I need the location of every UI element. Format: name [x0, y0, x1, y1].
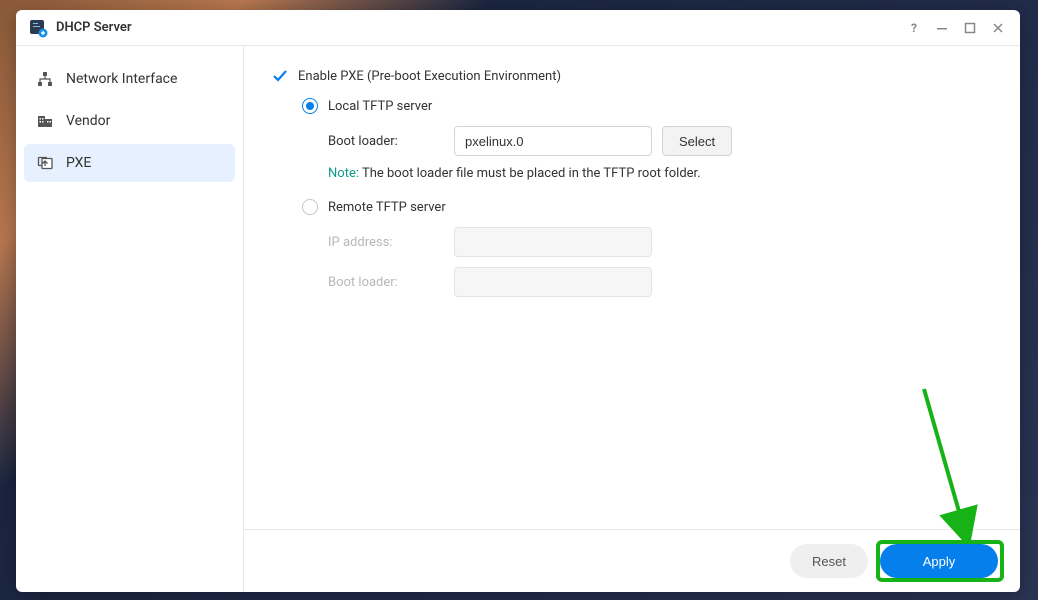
- remote-tftp-label: Remote TFTP server: [328, 200, 446, 215]
- vendor-icon: [36, 112, 54, 130]
- content-panel: Enable PXE (Pre-boot Execution Environme…: [244, 46, 1020, 592]
- apply-button[interactable]: Apply: [880, 544, 998, 578]
- minimize-button[interactable]: [928, 14, 956, 42]
- enable-pxe-row: Enable PXE (Pre-boot Execution Environme…: [272, 68, 992, 84]
- dhcp-server-window: DHCP Server ?: [16, 10, 1020, 592]
- network-icon: [36, 70, 54, 88]
- bootloader-note: Note: The boot loader file must be place…: [328, 166, 992, 181]
- enable-pxe-checkbox[interactable]: [272, 68, 288, 84]
- sidebar-item-pxe[interactable]: PXE: [24, 144, 235, 182]
- window-title: DHCP Server: [56, 20, 900, 35]
- note-text: The boot loader file must be placed in t…: [359, 166, 701, 181]
- titlebar: DHCP Server ?: [16, 10, 1020, 46]
- maximize-button[interactable]: [956, 14, 984, 42]
- ip-address-label: IP address:: [328, 235, 454, 250]
- local-tftp-form: Boot loader: Select Note: The boot loade…: [302, 126, 992, 181]
- ip-address-row: IP address:: [328, 227, 992, 257]
- sidebar-item-network-interface[interactable]: Network Interface: [24, 60, 235, 98]
- remote-tftp-row: Remote TFTP server: [302, 199, 992, 215]
- footer: Reset Apply: [244, 529, 1020, 592]
- remote-bootloader-row: Boot loader:: [328, 267, 992, 297]
- pxe-settings: Enable PXE (Pre-boot Execution Environme…: [244, 46, 1020, 529]
- enable-pxe-label: Enable PXE (Pre-boot Execution Environme…: [298, 69, 561, 84]
- sidebar-item-label: Vendor: [66, 113, 110, 129]
- tftp-radio-group: Local TFTP server Boot loader: Select No…: [272, 98, 992, 297]
- remote-bootloader-label: Boot loader:: [328, 275, 454, 290]
- local-tftp-radio[interactable]: [302, 98, 318, 114]
- select-button[interactable]: Select: [662, 126, 732, 156]
- pxe-icon: [36, 154, 54, 172]
- svg-text:?: ?: [911, 21, 917, 35]
- app-icon: [28, 18, 48, 38]
- sidebar-item-label: Network Interface: [66, 71, 177, 87]
- bootloader-row: Boot loader: Select: [328, 126, 992, 156]
- help-button[interactable]: ?: [900, 14, 928, 42]
- note-prefix: Note:: [328, 166, 359, 181]
- sidebar: Network Interface Vendor: [16, 46, 244, 592]
- remote-tftp-radio[interactable]: [302, 199, 318, 215]
- remote-tftp-form: IP address: Boot loader:: [302, 227, 992, 297]
- ip-address-input: [454, 227, 652, 257]
- local-tftp-row: Local TFTP server: [302, 98, 992, 114]
- bootloader-input[interactable]: [454, 126, 652, 156]
- remote-bootloader-input: [454, 267, 652, 297]
- sidebar-item-label: PXE: [66, 155, 91, 171]
- window-body: Network Interface Vendor: [16, 46, 1020, 592]
- reset-button[interactable]: Reset: [790, 544, 868, 578]
- close-button[interactable]: [984, 14, 1012, 42]
- sidebar-item-vendor[interactable]: Vendor: [24, 102, 235, 140]
- bootloader-label: Boot loader:: [328, 134, 454, 149]
- local-tftp-label: Local TFTP server: [328, 99, 432, 114]
